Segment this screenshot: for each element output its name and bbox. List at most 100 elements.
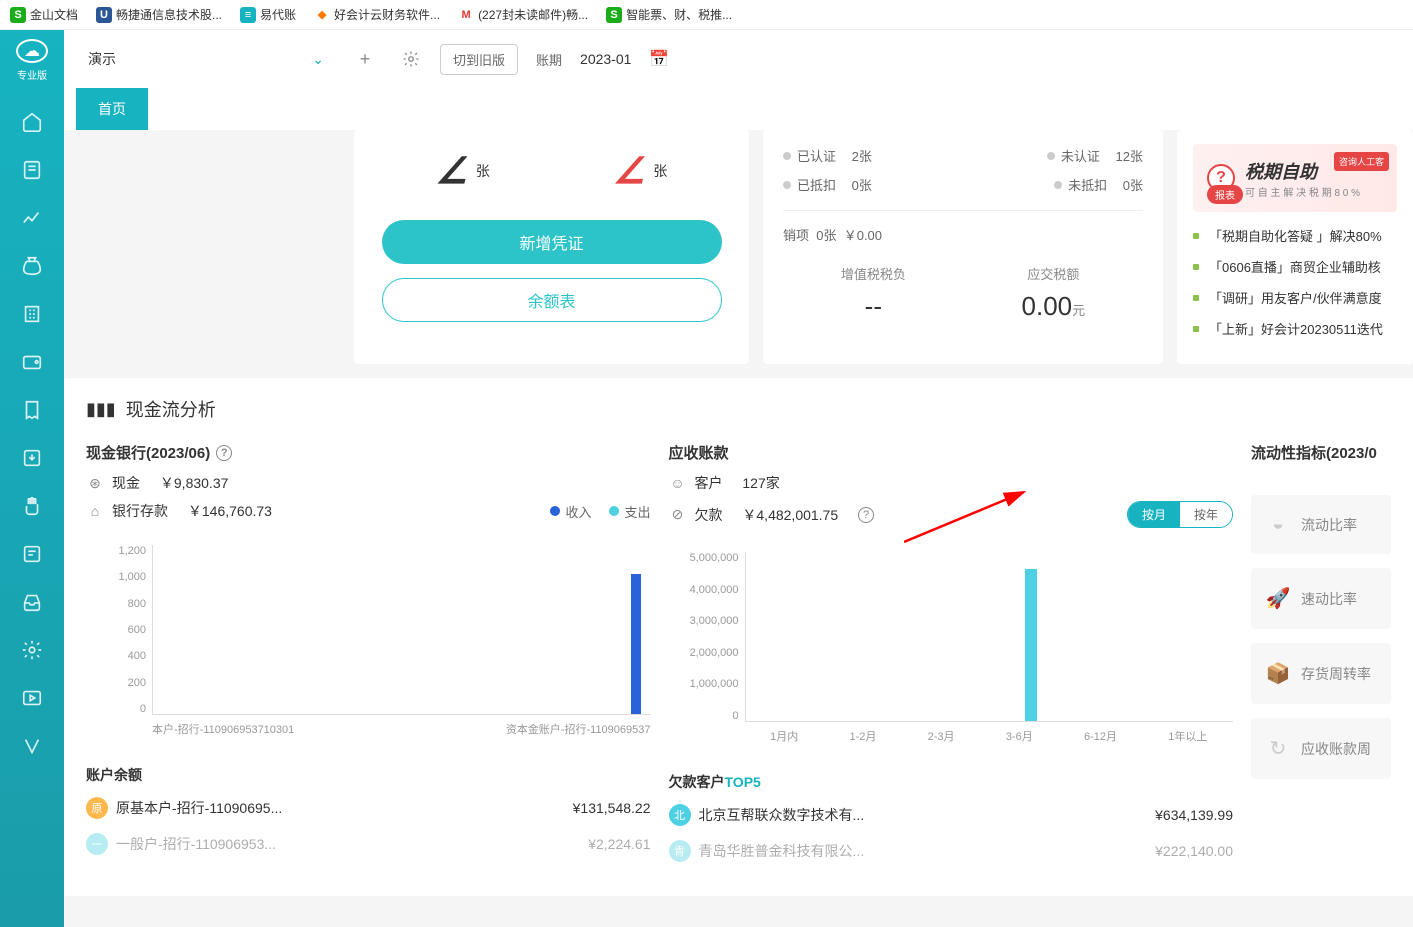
tab-home[interactable]: 首页 — [76, 88, 148, 130]
sidebar-item-tax[interactable] — [0, 434, 64, 482]
metric-label: 存货周转率 — [1301, 664, 1371, 684]
bookmark-label: 金山文档 — [30, 6, 78, 23]
legend-label: 收入 — [565, 502, 591, 521]
sidebar-item-voucher[interactable] — [0, 146, 64, 194]
sidebar-item-invoice[interactable] — [0, 386, 64, 434]
chart-x-axis: 1月内1-2月2-3月3-6月6-12月1年以上 — [745, 728, 1234, 744]
tax-sum-label: 增值税税负 — [841, 264, 906, 283]
gear-icon — [21, 639, 43, 661]
bookmark-label: 畅捷通信息技术股... — [116, 6, 222, 23]
customer-row[interactable]: 青青岛华胜普金科技有限公... ¥222,140.00 — [669, 840, 1234, 862]
bullet-icon — [1193, 326, 1199, 332]
add-button[interactable]: + — [348, 42, 382, 76]
help-icon[interactable]: ? — [216, 445, 232, 461]
customer-icon: ☺ — [669, 475, 687, 491]
sidebar-item-home[interactable] — [0, 98, 64, 146]
metric-label: 速动比率 — [1301, 589, 1357, 609]
debt-icon: ⊘ — [669, 506, 687, 523]
metric-card[interactable]: ◒流动比率 — [1251, 495, 1391, 554]
bookmark-item[interactable]: M(227封未读邮件)畅... — [458, 6, 588, 23]
metric-card[interactable]: 🚀 速动比率 — [1251, 568, 1391, 629]
sidebar-item-archive[interactable] — [0, 530, 64, 578]
account-row[interactable]: 原原基本户-招行-11090695... ¥131,548.22 — [86, 797, 651, 819]
add-voucher-button[interactable]: 新增凭证 — [382, 220, 722, 264]
bookmark-label: (227封未读邮件)畅... — [478, 6, 588, 23]
news-help-badge[interactable]: 咨询人工客 — [1334, 152, 1389, 171]
news-item[interactable]: 「调研」用友客户/伙伴满意度 — [1193, 288, 1397, 307]
section-title: 现金流分析 — [126, 396, 216, 422]
sidebar-item-funds[interactable] — [0, 242, 64, 290]
metric-card[interactable]: ↻ 应收账款周 — [1251, 718, 1391, 779]
account-icon: 一 — [86, 833, 108, 855]
receipt-icon — [21, 399, 43, 421]
news-banner[interactable]: ? 税期自助 可 自 主 解 决 税 期 8 0 % 报表 咨询人工客 — [1193, 144, 1397, 212]
account-row[interactable]: 一一般户-招行-110906953... ¥2,224.61 — [86, 833, 651, 855]
news-text: 「0606直播」商贸企业辅助核 — [1209, 257, 1381, 276]
sidebar-item-settings[interactable] — [0, 626, 64, 674]
bookmark-item[interactable]: ≡易代账 — [240, 6, 296, 23]
chart-x-axis: 本户-招行-110906953710301 资本金账户-招行-110906953… — [152, 721, 651, 737]
customer-icon: 北 — [669, 804, 691, 826]
liquidity-panel: 流动性指标(2023/0 ◒流动比率 🚀速动比率 📦存货周转率 ↻应收账款周 — [1251, 442, 1391, 876]
help-icon[interactable]: ? — [858, 507, 874, 523]
bookmark-icon: ≡ — [240, 7, 256, 23]
customer-value: ¥634,139.99 — [1155, 807, 1233, 823]
box-icon: 📦 — [1265, 661, 1291, 686]
stat-value: ￥9,830.37 — [160, 473, 229, 493]
period-value: 2023-01 — [580, 51, 631, 67]
toggle-year[interactable]: 按年 — [1180, 502, 1232, 527]
download-icon — [21, 447, 43, 469]
dot-icon — [1047, 152, 1055, 160]
dot-icon — [1054, 181, 1062, 189]
bookmark-label: 易代账 — [260, 6, 296, 23]
legend-dot-icon — [550, 506, 560, 516]
cycle-icon: ↻ — [1265, 736, 1291, 761]
chart-plot — [745, 552, 1234, 722]
inbox-icon — [21, 591, 43, 613]
news-item[interactable]: 「上新」好会计20230511迭代 — [1193, 319, 1397, 338]
customer-row[interactable]: 北北京互帮联众数字技术有... ¥634,139.99 — [669, 804, 1234, 826]
balance-sheet-button[interactable]: 余额表 — [382, 278, 722, 322]
metric-card[interactable]: 📦 存货周转率 — [1251, 643, 1391, 704]
account-icon: 原 — [86, 797, 108, 819]
tax-label: 已抵扣 — [797, 175, 836, 194]
voucher-unit: 张 — [653, 161, 667, 181]
sidebar-logo[interactable]: ☁ 专业版 — [12, 40, 52, 80]
sidebar-item-inbox[interactable] — [0, 578, 64, 626]
tax-sales-label: 销项 — [783, 228, 809, 243]
bullet-icon — [1193, 233, 1199, 239]
toggle-month[interactable]: 按月 — [1128, 502, 1180, 527]
section-header: ▮▮▮ 现金流分析 — [64, 378, 1413, 432]
bookmark-item[interactable]: ◆好会计云财务软件... — [314, 6, 440, 23]
sidebar-item-report[interactable] — [0, 194, 64, 242]
calendar-icon[interactable]: 📅 — [649, 49, 669, 69]
voucher-card: ∠张 ∠张 新增凭证 余额表 — [354, 130, 749, 364]
news-item[interactable]: 「税期自助化答疑 」解决80% — [1193, 226, 1397, 245]
news-text: 「调研」用友客户/伙伴满意度 — [1209, 288, 1382, 307]
news-card: ? 税期自助 可 自 主 解 决 税 期 8 0 % 报表 咨询人工客 「税期自… — [1177, 130, 1413, 364]
chart-plot — [152, 545, 651, 715]
bookmark-item[interactable]: S金山文档 — [10, 6, 78, 23]
bookmark-item[interactable]: U畅捷通信息技术股... — [96, 6, 222, 23]
metric-label: 应收账款周 — [1301, 739, 1371, 759]
bookmark-icon: S — [606, 7, 622, 23]
bookmark-item[interactable]: S智能票、财、税推... — [606, 6, 732, 23]
tax-sales-count: 0张 — [816, 228, 836, 243]
bookmark-icon: U — [96, 7, 112, 23]
period-label: 账期 — [536, 50, 562, 69]
sidebar-item-video[interactable] — [0, 674, 64, 722]
panel-title-text: 应收账款 — [669, 442, 1234, 463]
dot-icon — [783, 152, 791, 160]
account-name: 原基本户-招行-11090695... — [116, 798, 282, 818]
company-select[interactable]: 演示 ⌄ — [76, 41, 336, 77]
sidebar-item-assets[interactable] — [0, 290, 64, 338]
rocket-icon: 🚀 — [1265, 586, 1291, 611]
switch-old-button[interactable]: 切到旧版 — [440, 44, 518, 75]
chart-bar — [631, 574, 641, 714]
sidebar-item-closing[interactable] — [0, 482, 64, 530]
sidebar-item-salary[interactable] — [0, 338, 64, 386]
news-item[interactable]: 「0606直播」商贸企业辅助核 — [1193, 257, 1397, 276]
chart-y-axis: 5,000,0004,000,0003,000,0002,000,0001,00… — [669, 552, 739, 722]
settings-button[interactable] — [394, 42, 428, 76]
sidebar-item-v[interactable] — [0, 722, 64, 770]
